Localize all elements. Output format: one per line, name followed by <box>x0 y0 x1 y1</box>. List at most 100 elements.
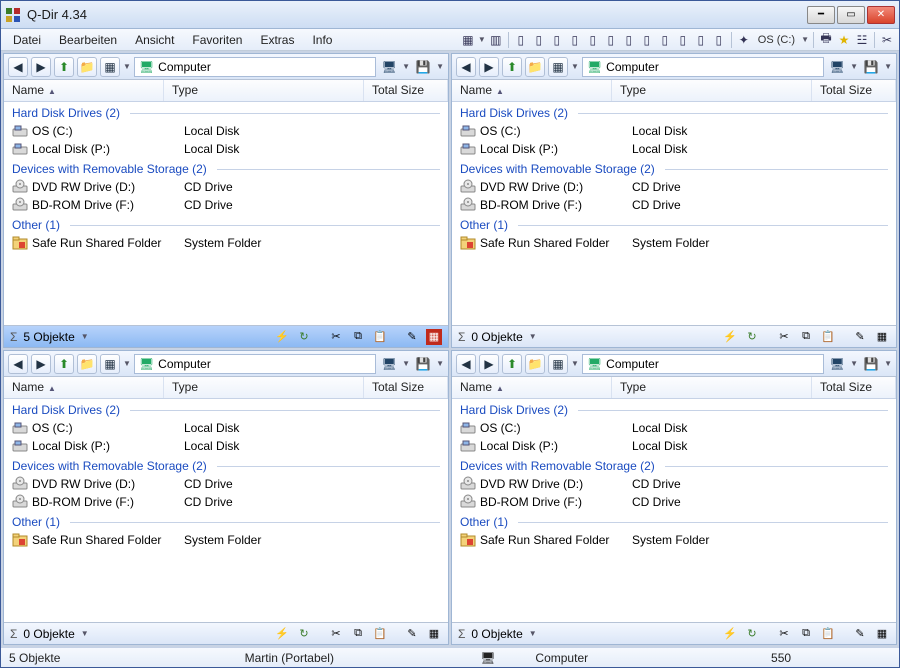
col-name[interactable]: Name▲ <box>452 80 612 101</box>
list-item[interactable]: OS (C:)Local Disk <box>4 419 448 437</box>
file-list[interactable]: Hard Disk Drives (2)OS (C:)Local DiskLoc… <box>4 399 448 622</box>
maximize-button[interactable]: ▭ <box>837 6 865 24</box>
list-item[interactable]: BD-ROM Drive (F:)CD Drive <box>4 493 448 511</box>
group-header[interactable]: Devices with Removable Storage (2) <box>452 158 896 178</box>
folder-tree-button[interactable]: 📁 <box>77 57 97 77</box>
layout-icon[interactable]: ▯ <box>549 32 565 48</box>
drive-icon[interactable]: 💾 <box>413 57 433 77</box>
col-name[interactable]: Name▲ <box>4 377 164 398</box>
col-type[interactable]: Type <box>612 80 812 101</box>
grid-icon[interactable]: ▦ <box>426 626 442 642</box>
forward-button[interactable]: ▶ <box>479 57 499 77</box>
minimize-button[interactable]: ━ <box>807 6 835 24</box>
up-button[interactable]: ⬆ <box>54 57 74 77</box>
col-size[interactable]: Total Size <box>812 80 896 101</box>
monitor-icon[interactable]: 🖥 <box>379 354 399 374</box>
group-header[interactable]: Hard Disk Drives (2) <box>4 102 448 122</box>
list-item[interactable]: DVD RW Drive (D:)CD Drive <box>452 475 896 493</box>
list-item[interactable]: DVD RW Drive (D:)CD Drive <box>4 178 448 196</box>
paste-icon[interactable]: 📋 <box>372 329 388 345</box>
drive-icon[interactable]: 💾 <box>413 354 433 374</box>
layout-icon[interactable]: ▯ <box>675 32 691 48</box>
layout-icon[interactable]: ▯ <box>711 32 727 48</box>
address-bar[interactable]: 🖥Computer <box>582 354 824 374</box>
file-list[interactable]: Hard Disk Drives (2)OS (C:)Local DiskLoc… <box>452 102 896 325</box>
copy-icon[interactable]: ⧉ <box>798 626 814 642</box>
view-button[interactable]: ▦ <box>100 57 120 77</box>
back-button[interactable]: ◀ <box>456 354 476 374</box>
layout-icon[interactable]: ▯ <box>531 32 547 48</box>
up-button[interactable]: ⬆ <box>502 57 522 77</box>
col-size[interactable]: Total Size <box>364 377 448 398</box>
grid-icon[interactable]: ▦ <box>874 626 890 642</box>
cut-icon[interactable]: ✂ <box>328 626 344 642</box>
os-drive-label[interactable]: OS (C:) <box>758 34 795 46</box>
list-item[interactable]: BD-ROM Drive (F:)CD Drive <box>452 196 896 214</box>
cut-icon[interactable]: ✂ <box>776 626 792 642</box>
layout-icon[interactable]: ▯ <box>567 32 583 48</box>
edit-icon[interactable]: ✎ <box>852 626 868 642</box>
drive-icon[interactable]: 💾 <box>861 57 881 77</box>
wand-icon[interactable]: ✦ <box>736 32 752 48</box>
col-type[interactable]: Type <box>164 80 364 101</box>
layout-icon[interactable]: ▯ <box>603 32 619 48</box>
menu-info[interactable]: Info <box>304 31 340 49</box>
col-name[interactable]: Name▲ <box>4 80 164 101</box>
refresh-icon[interactable]: ↻ <box>296 626 312 642</box>
col-type[interactable]: Type <box>612 377 812 398</box>
print-icon[interactable]: 🖶 <box>818 32 834 48</box>
folder-tree-button[interactable]: 📁 <box>525 57 545 77</box>
layout-icon[interactable]: ▯ <box>621 32 637 48</box>
up-button[interactable]: ⬆ <box>54 354 74 374</box>
copy-icon[interactable]: ⧉ <box>350 626 366 642</box>
group-header[interactable]: Hard Disk Drives (2) <box>452 102 896 122</box>
file-list[interactable]: Hard Disk Drives (2)OS (C:)Local DiskLoc… <box>452 399 896 622</box>
monitor-icon[interactable]: 🖥 <box>379 57 399 77</box>
col-name[interactable]: Name▲ <box>452 377 612 398</box>
refresh-icon[interactable]: ↻ <box>744 329 760 345</box>
bolt-icon[interactable]: ⚡ <box>274 626 290 642</box>
group-header[interactable]: Other (1) <box>452 214 896 234</box>
list-item[interactable]: Safe Run Shared FolderSystem Folder <box>4 234 448 252</box>
forward-button[interactable]: ▶ <box>31 354 51 374</box>
group-header[interactable]: Devices with Removable Storage (2) <box>452 455 896 475</box>
layout-icon[interactable]: ▯ <box>657 32 673 48</box>
edit-icon[interactable]: ✎ <box>404 626 420 642</box>
list-item[interactable]: Safe Run Shared FolderSystem Folder <box>4 531 448 549</box>
list-item[interactable]: Local Disk (P:)Local Disk <box>452 437 896 455</box>
group-header[interactable]: Other (1) <box>4 214 448 234</box>
list-item[interactable]: DVD RW Drive (D:)CD Drive <box>452 178 896 196</box>
grid-icon[interactable]: ▦ <box>426 329 442 345</box>
layout-icon[interactable]: ▦ <box>460 32 476 48</box>
folder-tree-button[interactable]: 📁 <box>77 354 97 374</box>
folder-tree-button[interactable]: 📁 <box>525 354 545 374</box>
menu-bearbeiten[interactable]: Bearbeiten <box>51 31 125 49</box>
list-item[interactable]: Safe Run Shared FolderSystem Folder <box>452 531 896 549</box>
file-list[interactable]: Hard Disk Drives (2)OS (C:)Local DiskLoc… <box>4 102 448 325</box>
refresh-icon[interactable]: ↻ <box>744 626 760 642</box>
copy-icon[interactable]: ⧉ <box>798 329 814 345</box>
cut-icon[interactable]: ✂ <box>776 329 792 345</box>
column-header[interactable]: Name▲TypeTotal Size <box>4 80 448 102</box>
menu-extras[interactable]: Extras <box>252 31 302 49</box>
list-item[interactable]: BD-ROM Drive (F:)CD Drive <box>4 196 448 214</box>
column-header[interactable]: Name▲TypeTotal Size <box>452 80 896 102</box>
close-button[interactable]: ✕ <box>867 6 895 24</box>
list-item[interactable]: Local Disk (P:)Local Disk <box>452 140 896 158</box>
list-item[interactable]: Local Disk (P:)Local Disk <box>4 140 448 158</box>
layout-icon[interactable]: ▯ <box>585 32 601 48</box>
layout-icon[interactable]: ▯ <box>693 32 709 48</box>
edit-icon[interactable]: ✎ <box>404 329 420 345</box>
group-header[interactable]: Hard Disk Drives (2) <box>452 399 896 419</box>
address-bar[interactable]: 🖥Computer <box>134 57 376 77</box>
back-button[interactable]: ◀ <box>456 57 476 77</box>
copy-icon[interactable]: ⧉ <box>350 329 366 345</box>
drive-icon[interactable]: 💾 <box>861 354 881 374</box>
group-header[interactable]: Hard Disk Drives (2) <box>4 399 448 419</box>
bolt-icon[interactable]: ⚡ <box>274 329 290 345</box>
list-item[interactable]: Safe Run Shared FolderSystem Folder <box>452 234 896 252</box>
layout-icon[interactable]: ▯ <box>639 32 655 48</box>
cut-icon[interactable]: ✂ <box>328 329 344 345</box>
refresh-icon[interactable]: ↻ <box>296 329 312 345</box>
list-item[interactable]: OS (C:)Local Disk <box>452 122 896 140</box>
